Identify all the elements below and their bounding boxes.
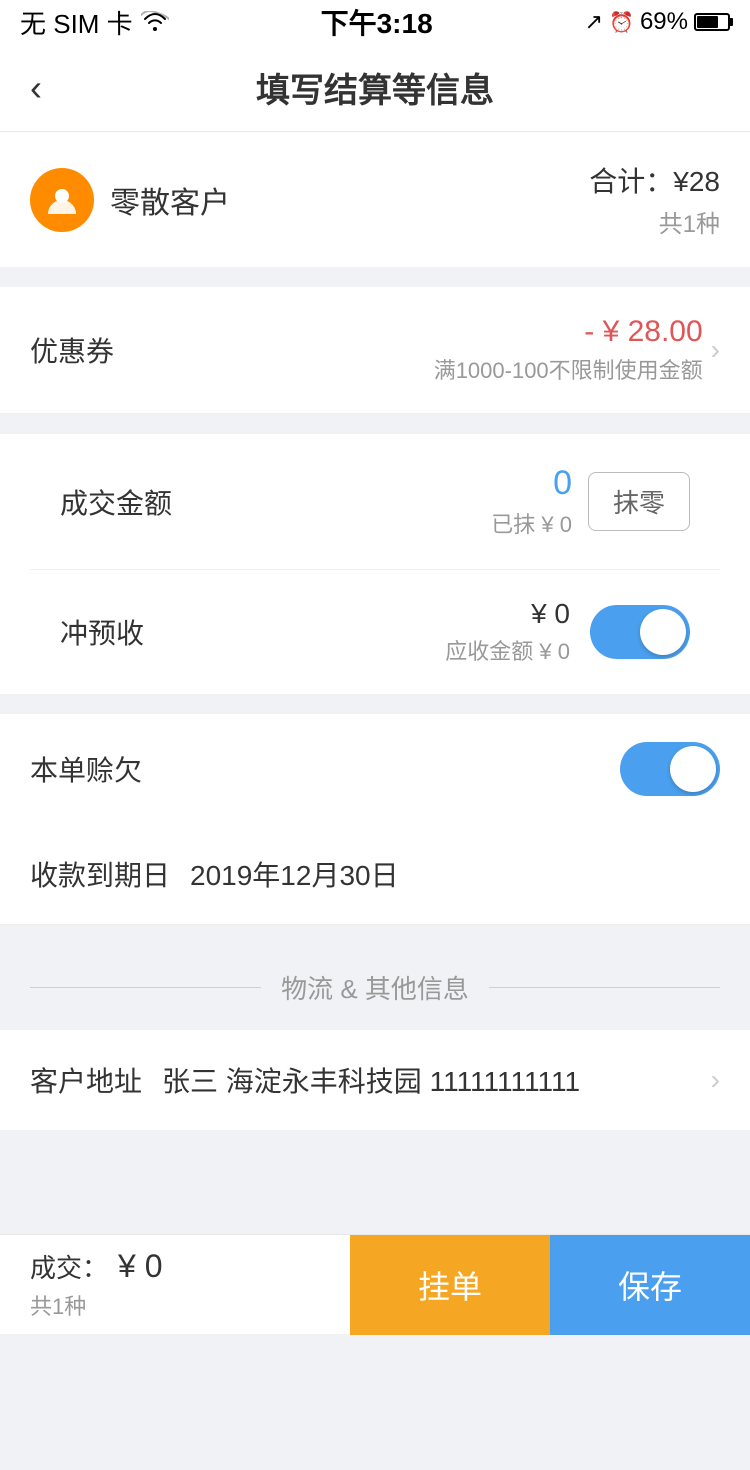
preadvance-value: ¥ 0 (445, 598, 570, 630)
due-date-label: 收款到期日 (30, 854, 170, 894)
coupon-info: - ¥ 28.00 满1000-100不限制使用金额 (434, 315, 703, 385)
address-row[interactable]: 客户地址 张三 海淀永丰科技园 11111111111 › (0, 1030, 750, 1130)
divider-4 (0, 925, 750, 945)
customer-avatar (30, 168, 94, 232)
deal-deducted: 已抹 ¥ 0 (491, 507, 572, 539)
coupon-label: 优惠券 (30, 330, 114, 370)
customer-total: 合计：¥28 共1种 (589, 160, 720, 239)
divider-2 (0, 414, 750, 434)
customer-left: 零散客户 (30, 168, 230, 232)
due-date-row: 收款到期日 2019年12月30日 (0, 824, 750, 925)
coupon-desc: 满1000-100不限制使用金额 (434, 353, 703, 385)
divider-1 (0, 267, 750, 287)
logistics-header: 物流 & 其他信息 (0, 945, 750, 1030)
battery-icon (694, 13, 730, 31)
status-right: ↗ ⏰ 69% (585, 8, 730, 36)
alarm-icon: ⏰ (609, 10, 634, 35)
customer-name: 零散客户 (110, 178, 230, 222)
preadvance-toggle[interactable] (590, 605, 690, 659)
deal-amount-row: 成交金额 0 已抹 ¥ 0 抹零 (30, 434, 720, 570)
address-value: 张三 海淀永丰科技园 11111111111 (162, 1060, 580, 1100)
debt-row: 本单赊欠 (0, 714, 750, 824)
coupon-row[interactable]: 优惠券 - ¥ 28.00 满1000-100不限制使用金额 › (0, 287, 750, 414)
coupon-amount: - ¥ 28.00 (434, 315, 703, 349)
total-count: 共1种 (589, 204, 720, 239)
address-label: 客户地址 (30, 1060, 142, 1100)
wifi-icon (141, 7, 169, 38)
debt-toggle[interactable] (620, 742, 720, 796)
preadvance-sub: 应收金额 ¥ 0 (445, 634, 570, 666)
status-left: 无 SIM 卡 (20, 4, 169, 41)
coupon-chevron-icon: › (711, 334, 720, 366)
save-button[interactable]: 保存 (550, 1235, 750, 1335)
bottom-deal-label: 成交： (30, 1248, 108, 1285)
address-left: 客户地址 张三 海淀永丰科技园 11111111111 (30, 1060, 580, 1100)
logistics-label: 物流 & 其他信息 (281, 969, 469, 1006)
deal-section: 成交金额 0 已抹 ¥ 0 抹零 冲预收 ¥ 0 应收金额 ¥ 0 (0, 434, 750, 694)
nav-bar: ‹ 填写结算等信息 (0, 44, 750, 132)
preadvance-label: 冲预收 (60, 612, 144, 652)
address-chevron-icon: › (711, 1064, 720, 1096)
header-line-left (30, 987, 261, 988)
bottom-bar: 成交： ¥ 0 共1种 挂单 保存 (0, 1234, 750, 1334)
due-date-value: 2019年12月30日 (190, 854, 399, 894)
status-time: 下午3:18 (321, 2, 433, 42)
status-bar: 无 SIM 卡 下午3:18 ↗ ⏰ 69% (0, 0, 750, 44)
header-line-right (489, 987, 720, 988)
carrier-label: 无 SIM 卡 (20, 4, 133, 41)
back-button[interactable]: ‹ (30, 67, 42, 109)
total-amount: 合计：¥28 (589, 160, 720, 200)
location-icon: ↗ (585, 9, 603, 35)
bottom-deal-amount: ¥ 0 (118, 1248, 162, 1285)
battery-percent: 69% (640, 8, 688, 36)
deal-amount-value: 0 (491, 464, 572, 503)
hang-button[interactable]: 挂单 (350, 1235, 550, 1335)
deal-amount-values: 0 已抹 ¥ 0 (491, 464, 572, 539)
divider-3 (0, 694, 750, 714)
deal-amount-label: 成交金额 (60, 482, 172, 522)
preadvance-values: ¥ 0 应收金额 ¥ 0 (445, 598, 570, 666)
preadvance-right: ¥ 0 应收金额 ¥ 0 (445, 598, 690, 666)
toggle-knob (640, 609, 686, 655)
bottom-count: 共1种 (30, 1289, 320, 1321)
deal-amount-right: 0 已抹 ¥ 0 抹零 (491, 464, 690, 539)
nav-title: 填写结算等信息 (256, 63, 494, 112)
debt-label: 本单赊欠 (30, 749, 142, 789)
debt-toggle-knob (670, 746, 716, 792)
bottom-deal: 成交： ¥ 0 (30, 1248, 320, 1285)
round-zero-button[interactable]: 抹零 (588, 472, 690, 531)
preadvance-row: 冲预收 ¥ 0 应收金额 ¥ 0 (30, 570, 720, 694)
bottom-summary: 成交： ¥ 0 共1种 (0, 1248, 350, 1321)
coupon-right: - ¥ 28.00 满1000-100不限制使用金额 › (434, 315, 720, 385)
customer-row: 零散客户 合计：¥28 共1种 (0, 132, 750, 267)
